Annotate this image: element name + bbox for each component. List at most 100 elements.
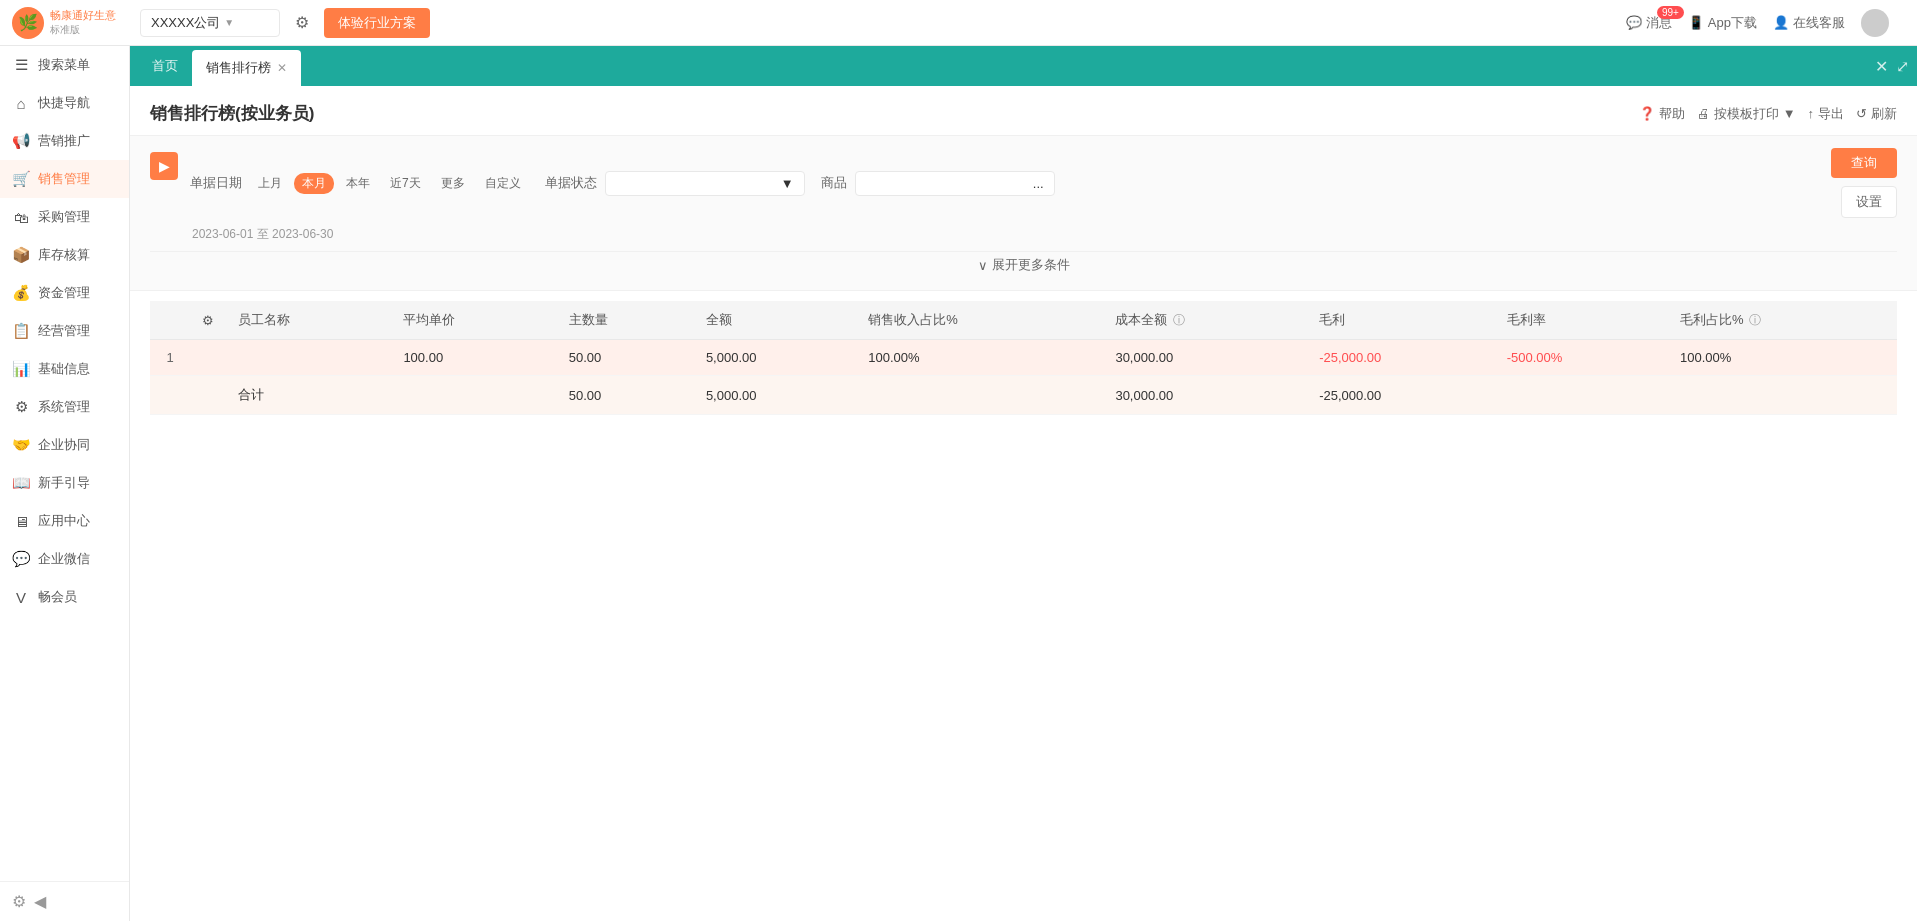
- col-amount: 全额: [694, 301, 856, 340]
- cell-avg-price: 100.00: [391, 340, 556, 376]
- tab-sales-rank-label: 销售排行榜: [206, 59, 271, 77]
- tab-bar-expand-icon[interactable]: ⤢: [1896, 57, 1909, 76]
- tab-home[interactable]: 首页: [138, 46, 192, 86]
- cell-gross-pct: 100.00%: [1668, 340, 1897, 376]
- sidebar-item-member[interactable]: V 畅会员: [0, 578, 129, 616]
- cell-cost: 30,000.00: [1103, 340, 1307, 376]
- total-settings-empty: [190, 376, 226, 415]
- management-icon: 📋: [12, 322, 30, 340]
- message-icon: 💬: [1626, 15, 1642, 30]
- set-button[interactable]: 设置: [1841, 186, 1897, 218]
- total-gross-pct: [1668, 376, 1897, 415]
- sidebar-item-sales[interactable]: 🛒 销售管理: [0, 160, 129, 198]
- col-rank: [150, 301, 190, 340]
- cell-sales-pct: 100.00%: [856, 340, 1103, 376]
- date-last-month-btn[interactable]: 上月: [250, 173, 290, 194]
- sidebar-item-basic-info[interactable]: 📊 基础信息: [0, 350, 129, 388]
- sidebar-item-enterprise[interactable]: 🤝 企业协同: [0, 426, 129, 464]
- grosspct-info-icon[interactable]: ⓘ: [1749, 313, 1761, 327]
- print-button[interactable]: 🖨 按模板打印 ▼: [1697, 105, 1796, 123]
- sidebar-label-purchase: 采购管理: [38, 208, 90, 226]
- date-custom-btn[interactable]: 自定义: [477, 173, 529, 194]
- total-sales-pct: [856, 376, 1103, 415]
- sidebar-label-inventory: 库存核算: [38, 246, 90, 264]
- sidebar-label-sales: 销售管理: [38, 170, 90, 188]
- cell-amount: 5,000.00: [694, 340, 856, 376]
- sales-icon: 🛒: [12, 170, 30, 188]
- refresh-button[interactable]: ↺ 刷新: [1856, 105, 1897, 123]
- tab-bar-close-icon[interactable]: ✕: [1875, 57, 1888, 76]
- help-label: 帮助: [1659, 105, 1685, 123]
- sidebar-item-apps[interactable]: 🖥 应用中心: [0, 502, 129, 540]
- query-button[interactable]: 查询: [1831, 148, 1897, 178]
- sidebar-item-guide[interactable]: 📖 新手引导: [0, 464, 129, 502]
- tab-close-icon[interactable]: ✕: [277, 61, 287, 75]
- col-sales-pct: 销售收入占比%: [856, 301, 1103, 340]
- goods-select[interactable]: ...: [855, 171, 1055, 196]
- total-label-empty: [150, 376, 190, 415]
- message-button[interactable]: 💬 消息 99+: [1626, 14, 1672, 32]
- sidebar-label-marketing: 营销推广: [38, 132, 90, 150]
- cell-gross-rate: -500.00%: [1495, 340, 1668, 376]
- company-selector[interactable]: XXXXX公司 ▼: [140, 9, 280, 37]
- topbar-settings-button[interactable]: ⚙: [288, 9, 316, 37]
- cell-quantity: 50.00: [557, 340, 694, 376]
- date-7days-btn[interactable]: 近7天: [382, 173, 429, 194]
- tab-sales-rank[interactable]: 销售排行榜 ✕: [192, 50, 301, 86]
- cell-gross: -25,000.00: [1307, 340, 1495, 376]
- col-cost: 成本全额 ⓘ: [1103, 301, 1307, 340]
- date-more-btn[interactable]: 更多: [433, 173, 473, 194]
- help-icon: ❓: [1639, 106, 1655, 121]
- date-this-month-btn[interactable]: 本月: [294, 173, 334, 194]
- cell-rank: 1: [150, 340, 190, 376]
- sidebar-label-quicknav: 快捷导航: [38, 94, 90, 112]
- sidebar-label-member: 畅会员: [38, 588, 77, 606]
- trial-button[interactable]: 体验行业方案: [324, 8, 430, 38]
- sidebar-item-quicknav[interactable]: ⌂ 快捷导航: [0, 84, 129, 122]
- total-cost: 30,000.00: [1103, 376, 1307, 415]
- col-gross-rate: 毛利率: [1495, 301, 1668, 340]
- export-button[interactable]: ↑ 导出: [1808, 105, 1845, 123]
- date-this-year-btn[interactable]: 本年: [338, 173, 378, 194]
- sidebar-item-finance[interactable]: 💰 资金管理: [0, 274, 129, 312]
- refresh-icon: ↺: [1856, 106, 1867, 121]
- date-range-text: 2023-06-01 至 2023-06-30: [190, 226, 1897, 243]
- expand-down-icon: ∨: [978, 258, 988, 273]
- system-icon: ⚙: [12, 398, 30, 416]
- col-name: 员工名称: [226, 301, 391, 340]
- sidebar-item-search[interactable]: ☰ 搜索菜单: [0, 46, 129, 84]
- sidebar-item-marketing[interactable]: 📢 营销推广: [0, 122, 129, 160]
- sidebar-bottom-settings-icon[interactable]: ⚙: [12, 892, 26, 911]
- col-settings[interactable]: ⚙: [190, 301, 226, 340]
- total-row: 合计 50.00 5,000.00 30,000.00 -25,000.00: [150, 376, 1897, 415]
- cost-info-icon[interactable]: ⓘ: [1173, 313, 1185, 327]
- purchase-icon: 🛍: [12, 208, 30, 226]
- sidebar-item-management[interactable]: 📋 经营管理: [0, 312, 129, 350]
- status-select[interactable]: ▼: [605, 171, 805, 196]
- sidebar-item-inventory[interactable]: 📦 库存核算: [0, 236, 129, 274]
- enterprise-icon: 🤝: [12, 436, 30, 454]
- help-button[interactable]: ❓ 帮助: [1639, 105, 1685, 123]
- sidebar-label-basicinfo: 基础信息: [38, 360, 90, 378]
- app-download-button[interactable]: 📱 App下载: [1688, 14, 1757, 32]
- inventory-icon: 📦: [12, 246, 30, 264]
- wechat-icon: 💬: [12, 550, 30, 568]
- basicinfo-icon: 📊: [12, 360, 30, 378]
- avatar[interactable]: [1861, 9, 1889, 37]
- app-icon: 📱: [1688, 15, 1704, 30]
- print-icon: 🖨: [1697, 106, 1710, 121]
- apps-icon: 🖥: [12, 512, 30, 530]
- total-amount: 5,000.00: [694, 376, 856, 415]
- filter-toggle-button[interactable]: ▶: [150, 152, 178, 180]
- date-filter-label: 单据日期: [190, 174, 242, 192]
- sidebar-label-management: 经营管理: [38, 322, 90, 340]
- sidebar-item-system[interactable]: ⚙ 系统管理: [0, 388, 129, 426]
- sidebar-collapse-icon[interactable]: ◀: [34, 892, 46, 911]
- online-service-button[interactable]: 👤 在线客服: [1773, 14, 1845, 32]
- logo-text: 畅康通好生意: [50, 8, 116, 22]
- sidebar-item-wechat[interactable]: 💬 企业微信: [0, 540, 129, 578]
- company-dropdown-arrow: ▼: [224, 17, 234, 28]
- expand-more-btn[interactable]: ∨ 展开更多条件: [150, 251, 1897, 278]
- sidebar-item-purchase[interactable]: 🛍 采购管理: [0, 198, 129, 236]
- finance-icon: 💰: [12, 284, 30, 302]
